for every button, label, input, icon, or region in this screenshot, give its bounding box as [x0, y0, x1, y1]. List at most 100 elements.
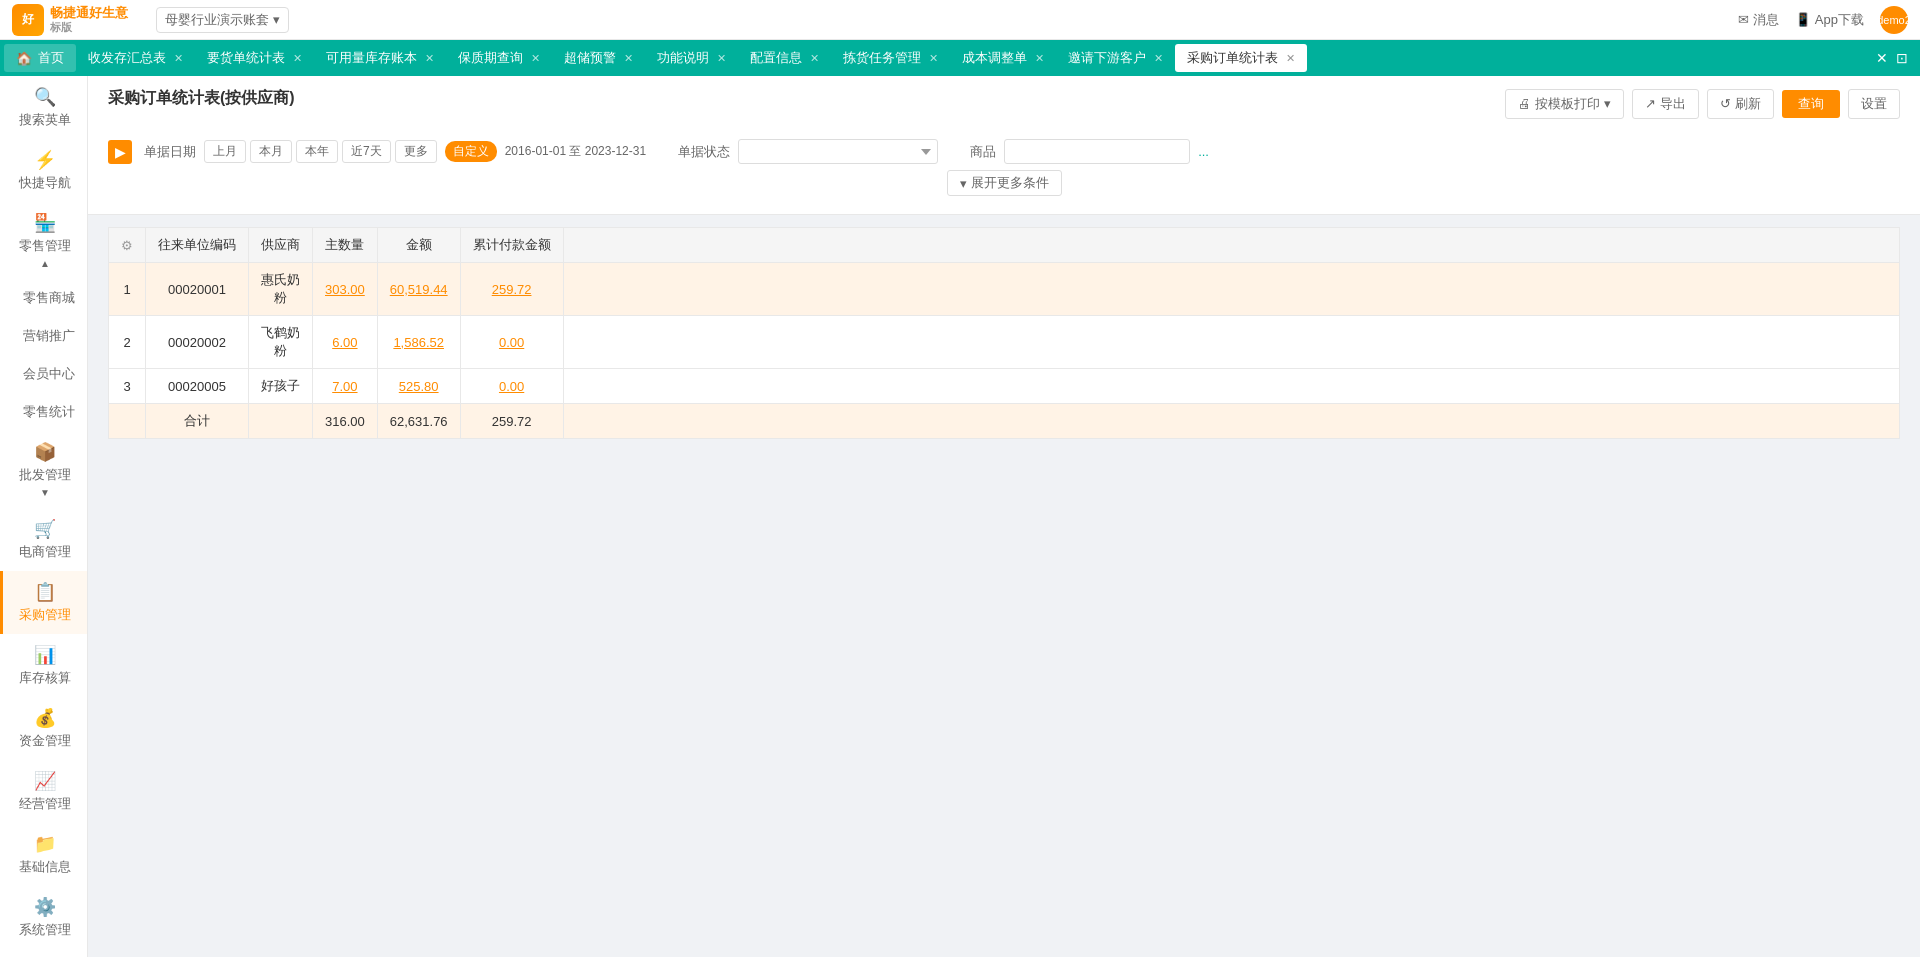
retail-icon: 🏪 — [34, 212, 56, 234]
tab-close-icon[interactable]: ✕ — [1154, 52, 1163, 65]
date-buttons: 上月 本月 本年 近7天 更多 — [204, 140, 437, 163]
tab-close-icon[interactable]: ✕ — [425, 52, 434, 65]
settings-button[interactable]: 设置 — [1848, 89, 1900, 119]
sidebar-item-system[interactable]: ⚙️ 系统管理 — [0, 886, 87, 949]
cell-index: 3 — [109, 369, 146, 404]
goods-filter-group: 商品 ... — [970, 139, 1209, 164]
tab-peizhi[interactable]: 配置信息 ✕ — [738, 44, 831, 72]
table-area: ⚙ 往来单位编码 供应商 主数量 金额 累计付款金额 1 00020001 惠氏… — [88, 215, 1920, 957]
close-all-icon[interactable]: ✕ — [1876, 50, 1888, 66]
tab-chengben[interactable]: 成本调整单 ✕ — [950, 44, 1056, 72]
tab-close-icon[interactable]: ✕ — [1035, 52, 1044, 65]
data-table: ⚙ 往来单位编码 供应商 主数量 金额 累计付款金额 1 00020001 惠氏… — [108, 227, 1900, 439]
avatar[interactable]: demo2 — [1880, 6, 1908, 34]
tab-shoufa[interactable]: 收发存汇总表 ✕ — [76, 44, 195, 72]
cell-code: 00020002 — [146, 316, 249, 369]
date-btn-this-year[interactable]: 本年 — [296, 140, 338, 163]
sidebar-item-stock[interactable]: 📊 库存核算 — [0, 634, 87, 697]
sidebar-item-shortcut[interactable]: ⚡ 快捷导航 — [0, 139, 87, 202]
system-icon: ⚙️ — [34, 896, 56, 918]
tab-close-icon[interactable]: ✕ — [531, 52, 540, 65]
tab-close-icon[interactable]: ✕ — [810, 52, 819, 65]
sidebar: 🔍 搜索英单 ⚡ 快捷导航 🏪 零售管理 ▲ 零售商城 营销推广 会员中心 零售… — [0, 76, 88, 957]
tab-pihuo[interactable]: 拣货任务管理 ✕ — [831, 44, 950, 72]
tab-chaochu[interactable]: 超储预警 ✕ — [552, 44, 645, 72]
sidebar-item-enterprise[interactable]: 🤝 企业协同 — [0, 949, 87, 957]
export-button[interactable]: ↗ 导出 — [1632, 89, 1699, 119]
sidebar-item-finance[interactable]: 💰 资金管理 — [0, 697, 87, 760]
expand-more-button[interactable]: ▾ 展开更多条件 — [947, 170, 1062, 196]
tab-caigou[interactable]: 采购订单统计表 ✕ — [1175, 44, 1307, 72]
table-footer-row: 合计 316.00 62,631.76 259.72 — [109, 404, 1900, 439]
cell-amount: 1,586.52 — [377, 316, 460, 369]
cell-index: 2 — [109, 316, 146, 369]
sidebar-item-purchase[interactable]: 📋 采购管理 — [0, 571, 87, 634]
sidebar-item-search[interactable]: 🔍 搜索英单 — [0, 76, 87, 139]
tab-home[interactable]: 🏠 首页 — [4, 44, 76, 72]
th-settings: ⚙ — [109, 228, 146, 263]
sidebar-item-basic[interactable]: 📁 基础信息 — [0, 823, 87, 886]
tab-close-icon[interactable]: ✕ — [717, 52, 726, 65]
sidebar-item-retail-shop[interactable]: 零售商城 — [0, 279, 87, 317]
workspace-label: 母婴行业演示账套 — [165, 11, 269, 29]
wholesale-icon: 📦 — [34, 441, 56, 463]
operation-icon: 📈 — [34, 770, 56, 792]
app-download-button[interactable]: 📱 App下载 — [1795, 11, 1864, 29]
sidebar-item-wholesale[interactable]: 📦 批发管理 ▼ — [0, 431, 87, 508]
cell-empty — [563, 263, 1899, 316]
tab-baozhi[interactable]: 保质期查询 ✕ — [446, 44, 552, 72]
query-button[interactable]: 查询 — [1782, 90, 1840, 118]
cell-supplier: 飞鹤奶粉 — [249, 316, 313, 369]
sidebar-item-operation[interactable]: 📈 经营管理 — [0, 760, 87, 823]
sidebar-item-retail[interactable]: 🏪 零售管理 ▲ — [0, 202, 87, 279]
tab-close-icon[interactable]: ✕ — [293, 52, 302, 65]
nav-tabs: 🏠 首页 收发存汇总表 ✕ 要货单统计表 ✕ 可用量库存账本 ✕ 保质期查询 ✕… — [0, 40, 1920, 76]
shortcut-icon: ⚡ — [34, 149, 56, 171]
column-settings-icon[interactable]: ⚙ — [121, 238, 133, 253]
search-icon: 🔍 — [34, 86, 56, 108]
footer-empty-3 — [563, 404, 1899, 439]
tab-close-icon[interactable]: ✕ — [174, 52, 183, 65]
content-area: 采购订单统计表(按供应商) 🖨 按模板打印 ▾ ↗ 导出 ↺ 刷新 查询 — [88, 76, 1920, 957]
message-icon: ✉ — [1738, 12, 1749, 27]
date-btn-more[interactable]: 更多 — [395, 140, 437, 163]
cell-supplier: 好孩子 — [249, 369, 313, 404]
table-row: 1 00020001 惠氏奶粉 303.00 60,519.44 259.72 — [109, 263, 1900, 316]
goods-input[interactable] — [1004, 139, 1190, 164]
basic-icon: 📁 — [34, 833, 56, 855]
date-btn-this-month[interactable]: 本月 — [250, 140, 292, 163]
date-label: 单据日期 — [144, 143, 196, 161]
cell-code: 00020001 — [146, 263, 249, 316]
footer-paid: 259.72 — [460, 404, 563, 439]
tab-close-icon[interactable]: ✕ — [1286, 52, 1295, 65]
sidebar-item-ecommerce[interactable]: 🛒 电商管理 — [0, 508, 87, 571]
tab-gongneng[interactable]: 功能说明 ✕ — [645, 44, 738, 72]
date-range-tag[interactable]: 自定义 — [445, 141, 497, 162]
export-icon: ↗ — [1645, 96, 1656, 111]
chevron-down-icon: ▼ — [40, 487, 50, 498]
tab-close-icon[interactable]: ✕ — [624, 52, 633, 65]
workspace-selector[interactable]: 母婴行业演示账套 ▾ — [156, 7, 289, 33]
tab-yaoqing[interactable]: 邀请下游客户 ✕ — [1056, 44, 1175, 72]
tab-close-icon[interactable]: ✕ — [929, 52, 938, 65]
status-select[interactable] — [738, 139, 938, 164]
sidebar-item-retail-stat[interactable]: 零售统计 — [0, 393, 87, 431]
page-title: 采购订单统计表(按供应商) — [108, 88, 295, 109]
tab-keyong[interactable]: 可用量库存账本 ✕ — [314, 44, 446, 72]
refresh-button[interactable]: ↺ 刷新 — [1707, 89, 1774, 119]
chevron-down-icon: ▾ — [1604, 96, 1611, 111]
maximize-icon[interactable]: ⊡ — [1896, 50, 1908, 66]
filter-toggle-button[interactable]: ▶ — [108, 140, 132, 164]
sidebar-item-member[interactable]: 会员中心 — [0, 355, 87, 393]
date-btn-last-month[interactable]: 上月 — [204, 140, 246, 163]
date-range-display: 2016-01-01 至 2023-12-31 — [505, 143, 646, 160]
template-print-button[interactable]: 🖨 按模板打印 ▾ — [1505, 89, 1624, 119]
sidebar-item-marketing[interactable]: 营销推广 — [0, 317, 87, 355]
expand-row: ▾ 展开更多条件 — [108, 164, 1900, 202]
finance-icon: 💰 — [34, 707, 56, 729]
date-btn-7days[interactable]: 近7天 — [342, 140, 391, 163]
message-button[interactable]: ✉ 消息 — [1738, 11, 1779, 29]
tab-yaohuo[interactable]: 要货单统计表 ✕ — [195, 44, 314, 72]
th-supplier: 供应商 — [249, 228, 313, 263]
more-filters-button[interactable]: ... — [1198, 144, 1209, 159]
